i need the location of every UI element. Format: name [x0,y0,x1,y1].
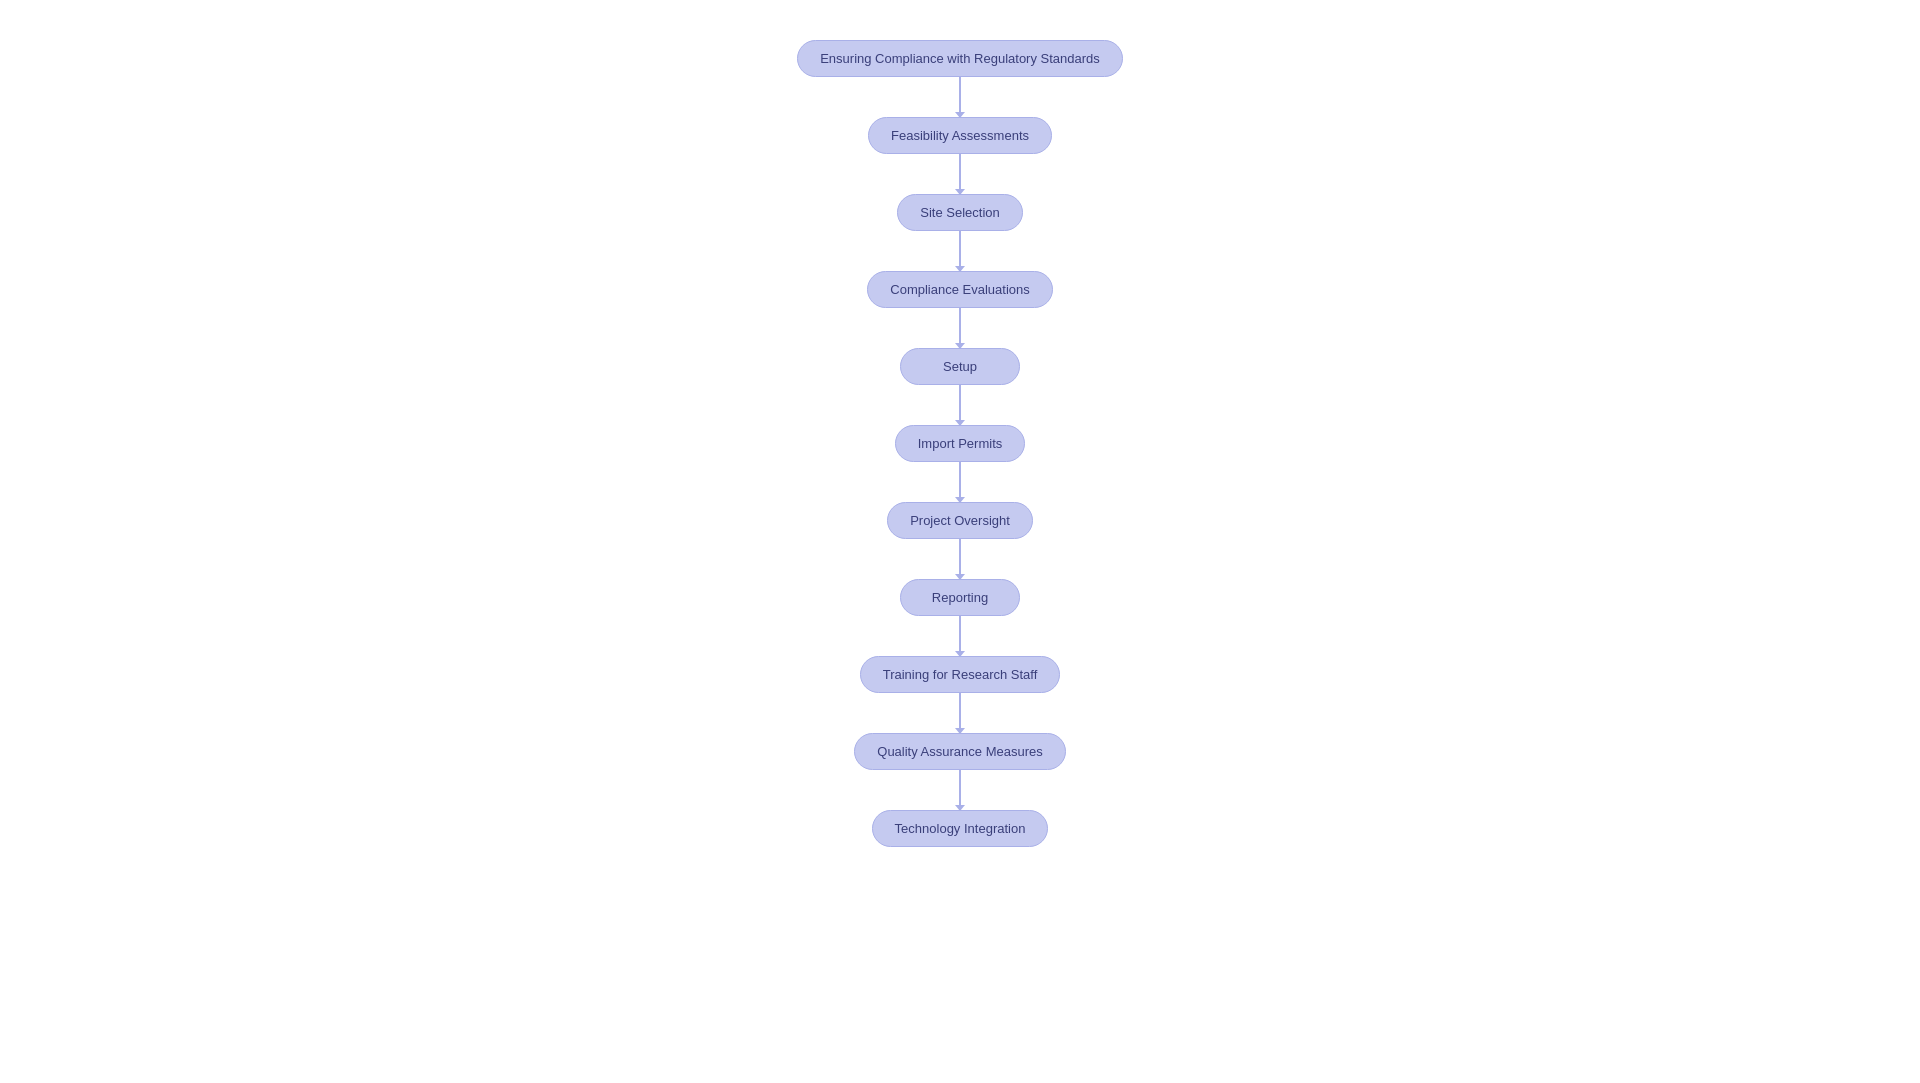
flow-connector-2 [959,231,961,271]
flow-node-import-permits[interactable]: Import Permits [895,425,1026,462]
flow-node-training-research-staff[interactable]: Training for Research Staff [860,656,1061,693]
flow-node-project-oversight[interactable]: Project Oversight [887,502,1033,539]
flow-connector-5 [959,462,961,502]
flow-node-site-selection[interactable]: Site Selection [897,194,1023,231]
flow-node-compliance-evaluations[interactable]: Compliance Evaluations [867,271,1052,308]
flow-node-technology-integration[interactable]: Technology Integration [872,810,1049,847]
flow-connector-7 [959,616,961,656]
flow-node-setup[interactable]: Setup [900,348,1020,385]
flow-connector-8 [959,693,961,733]
flow-node-quality-assurance[interactable]: Quality Assurance Measures [854,733,1065,770]
flow-connector-9 [959,770,961,810]
flow-connector-3 [959,308,961,348]
flow-connector-0 [959,77,961,117]
flowchart: Ensuring Compliance with Regulatory Stan… [797,20,1123,867]
flow-node-ensuring-compliance[interactable]: Ensuring Compliance with Regulatory Stan… [797,40,1123,77]
flow-node-reporting[interactable]: Reporting [900,579,1020,616]
flow-connector-1 [959,154,961,194]
flow-connector-4 [959,385,961,425]
flow-node-feasibility-assessments[interactable]: Feasibility Assessments [868,117,1052,154]
flow-connector-6 [959,539,961,579]
